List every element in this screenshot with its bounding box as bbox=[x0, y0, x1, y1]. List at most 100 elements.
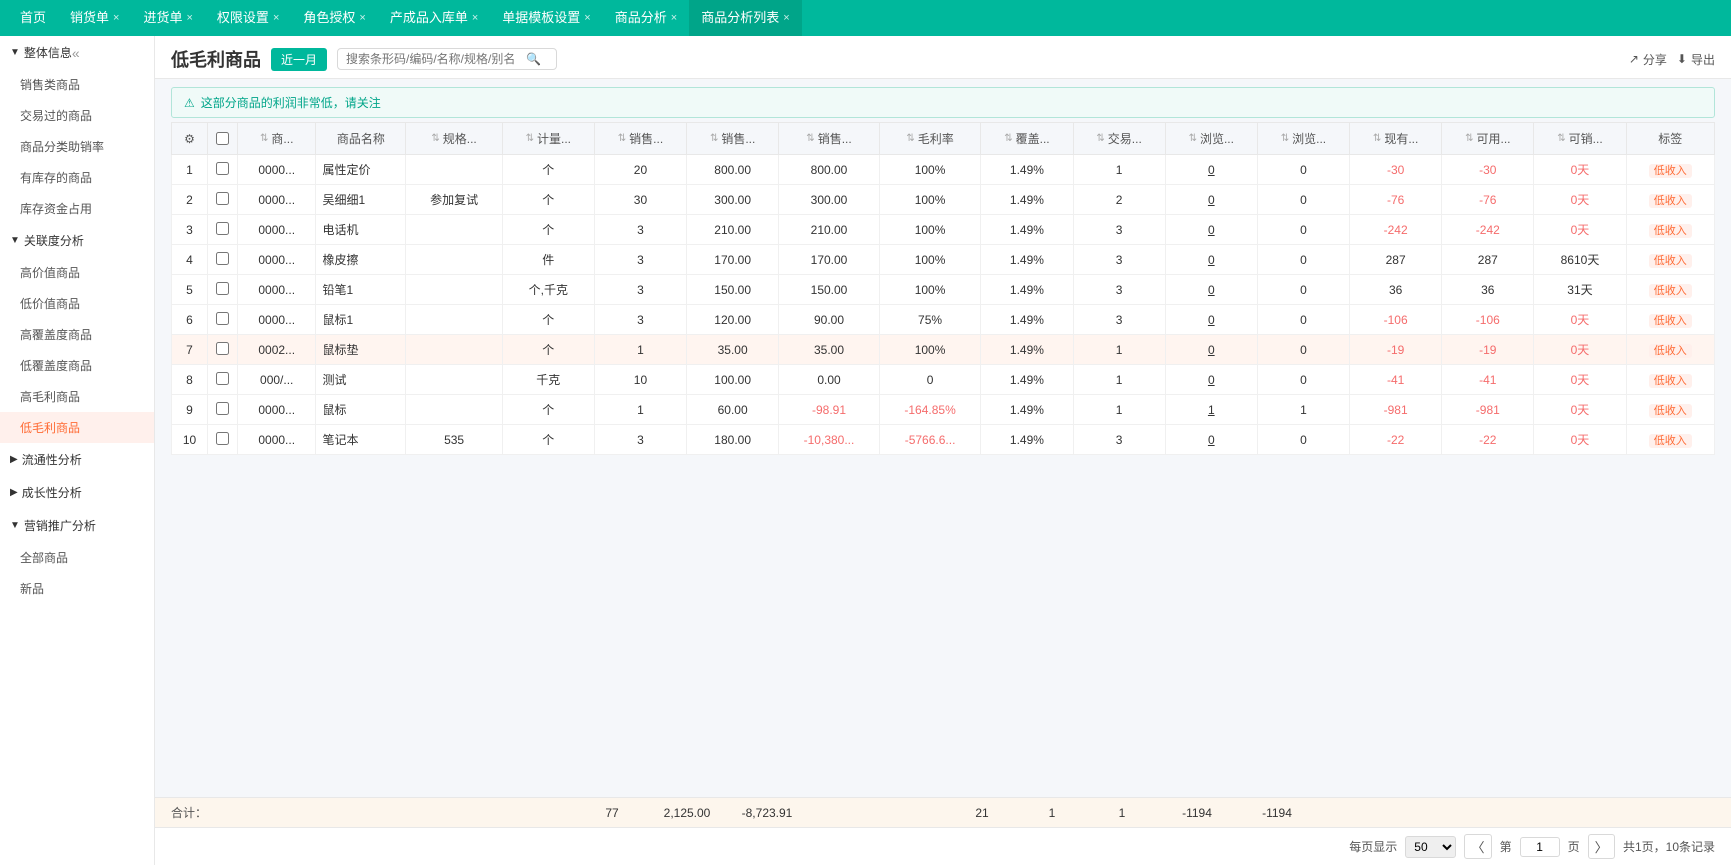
search-icon[interactable]: 🔍 bbox=[526, 52, 541, 66]
row-spec bbox=[406, 155, 502, 185]
nav-close-purchase[interactable]: × bbox=[186, 0, 192, 36]
row-no: 10 bbox=[172, 425, 208, 455]
row-views1[interactable]: 0 bbox=[1165, 335, 1257, 365]
sidebar-item-traded-products[interactable]: 交易过的商品 bbox=[0, 100, 154, 131]
code-col-header[interactable]: ⇅商... bbox=[238, 123, 316, 155]
row-current-stock: 287 bbox=[1350, 245, 1442, 275]
sidebar-section-correlation-header[interactable]: ▼ 关联度分析 bbox=[0, 224, 154, 257]
row-views1[interactable]: 1 bbox=[1165, 395, 1257, 425]
sidebar-item-high-margin[interactable]: 高毛利商品 bbox=[0, 381, 154, 412]
table-row: 4 0000... 橡皮擦 件 3 170.00 170.00 100% 1.4… bbox=[172, 245, 1715, 275]
sidebar-item-new-products[interactable]: 新品 bbox=[0, 573, 154, 604]
nav-home[interactable]: 首页 bbox=[8, 0, 58, 36]
row-checkbox[interactable] bbox=[208, 185, 238, 215]
sidebar-section-marketing-header[interactable]: ▼ 营销推广分析 bbox=[0, 509, 154, 542]
totals-label: 合计： bbox=[171, 804, 231, 821]
sidebar-item-all-products[interactable]: 全部商品 bbox=[0, 542, 154, 573]
nav-analysis-list[interactable]: 商品分析列表 × bbox=[689, 0, 801, 36]
sidebar-item-low-margin[interactable]: 低毛利商品 bbox=[0, 412, 154, 443]
row-views1[interactable]: 0 bbox=[1165, 215, 1257, 245]
tag-col-header[interactable]: 标签 bbox=[1626, 123, 1714, 155]
search-input[interactable] bbox=[346, 52, 526, 66]
row-tag: 低收入 bbox=[1626, 215, 1714, 245]
row-unit: 个 bbox=[502, 395, 594, 425]
views2-col-header[interactable]: ⇅浏览... bbox=[1257, 123, 1349, 155]
sales-qty-col-header[interactable]: ⇅销售... bbox=[594, 123, 686, 155]
settings-col-header[interactable]: ⚙ bbox=[172, 123, 208, 155]
row-checkbox[interactable] bbox=[208, 215, 238, 245]
nav-close-inbound[interactable]: × bbox=[472, 0, 478, 36]
nav-template-settings[interactable]: 单据模板设置 × bbox=[490, 0, 602, 36]
select-all-checkbox[interactable] bbox=[216, 132, 229, 145]
row-checkbox[interactable] bbox=[208, 155, 238, 185]
content-header: 低毛利商品 近一月 🔍 ↗ 分享 ⬇ 导出 bbox=[155, 36, 1731, 79]
row-views1[interactable]: 0 bbox=[1165, 245, 1257, 275]
sidebar-item-category-sales-rate[interactable]: 商品分类助销率 bbox=[0, 131, 154, 162]
sidebar-item-inventory-capital[interactable]: 库存资金占用 bbox=[0, 193, 154, 224]
sidebar-section-growth: ▶ 成长性分析 bbox=[0, 476, 154, 509]
coverage-col-header[interactable]: ⇅覆盖... bbox=[981, 123, 1073, 155]
row-checkbox[interactable] bbox=[208, 425, 238, 455]
row-coverage: 1.49% bbox=[981, 365, 1073, 395]
nav-close-analysis[interactable]: × bbox=[671, 0, 677, 36]
transactions-col-header[interactable]: ⇅交易... bbox=[1073, 123, 1165, 155]
nav-product-inbound[interactable]: 产成品入库单 × bbox=[378, 0, 490, 36]
date-filter-button[interactable]: 近一月 bbox=[271, 48, 327, 71]
share-button[interactable]: ↗ 分享 bbox=[1629, 51, 1667, 68]
settings-icon[interactable]: ⚙ bbox=[184, 132, 195, 146]
nav-close-permissions[interactable]: × bbox=[273, 0, 279, 36]
current-stock-col-header[interactable]: ⇅现有... bbox=[1350, 123, 1442, 155]
checkbox-col-header[interactable] bbox=[208, 123, 238, 155]
saleable-col-header[interactable]: ⇅可销... bbox=[1534, 123, 1626, 155]
total-stock: -1194 bbox=[1157, 806, 1237, 820]
nav-sales-order[interactable]: 销货单 × bbox=[58, 0, 131, 36]
row-views2: 0 bbox=[1257, 335, 1349, 365]
row-views1[interactable]: 0 bbox=[1165, 425, 1257, 455]
name-col-header[interactable]: 商品名称 bbox=[316, 123, 406, 155]
nav-close-sales[interactable]: × bbox=[113, 0, 119, 36]
row-checkbox[interactable] bbox=[208, 365, 238, 395]
sidebar-section-overall-header[interactable]: ▼ 整体信息 « bbox=[0, 36, 154, 69]
row-views1[interactable]: 0 bbox=[1165, 185, 1257, 215]
nav-permissions[interactable]: 权限设置 × bbox=[205, 0, 291, 36]
row-checkbox[interactable] bbox=[208, 275, 238, 305]
row-views1[interactable]: 0 bbox=[1165, 275, 1257, 305]
row-unit: 个 bbox=[502, 185, 594, 215]
row-checkbox[interactable] bbox=[208, 305, 238, 335]
sidebar-section-growth-header[interactable]: ▶ 成长性分析 bbox=[0, 476, 154, 509]
gross-margin-col-header[interactable]: ⇅毛利率 bbox=[879, 123, 981, 155]
sales-profit-col-header[interactable]: ⇅销售... bbox=[779, 123, 880, 155]
per-page-select[interactable]: 50 100 bbox=[1405, 836, 1456, 858]
sidebar-item-sales-products[interactable]: 销售类商品 bbox=[0, 69, 154, 100]
row-sales-qty: 1 bbox=[594, 395, 686, 425]
sidebar-item-in-stock[interactable]: 有库存的商品 bbox=[0, 162, 154, 193]
export-button[interactable]: ⬇ 导出 bbox=[1677, 51, 1715, 68]
sales-amount-col-header[interactable]: ⇅销售... bbox=[687, 123, 779, 155]
nav-purchase-order[interactable]: 进货单 × bbox=[131, 0, 204, 36]
sidebar-item-low-coverage[interactable]: 低覆盖度商品 bbox=[0, 350, 154, 381]
sidebar-item-high-value[interactable]: 高价值商品 bbox=[0, 257, 154, 288]
row-checkbox[interactable] bbox=[208, 335, 238, 365]
sidebar-section-circulation-header[interactable]: ▶ 流通性分析 bbox=[0, 443, 154, 476]
row-coverage: 1.49% bbox=[981, 275, 1073, 305]
sidebar-collapse-btn[interactable]: « bbox=[72, 45, 80, 61]
spec-col-header[interactable]: ⇅规格... bbox=[406, 123, 502, 155]
row-views1[interactable]: 0 bbox=[1165, 305, 1257, 335]
page-number-input[interactable] bbox=[1520, 837, 1560, 857]
views1-col-header[interactable]: ⇅浏览... bbox=[1165, 123, 1257, 155]
available-col-header[interactable]: ⇅可用... bbox=[1442, 123, 1534, 155]
nav-close-template[interactable]: × bbox=[584, 0, 590, 36]
row-views1[interactable]: 0 bbox=[1165, 365, 1257, 395]
next-page-button[interactable]: 〉 bbox=[1588, 834, 1615, 859]
row-views1[interactable]: 0 bbox=[1165, 155, 1257, 185]
sidebar-item-low-value[interactable]: 低价值商品 bbox=[0, 288, 154, 319]
nav-role-auth[interactable]: 角色授权 × bbox=[291, 0, 377, 36]
nav-product-analysis[interactable]: 商品分析 × bbox=[603, 0, 689, 36]
row-checkbox[interactable] bbox=[208, 395, 238, 425]
unit-col-header[interactable]: ⇅计量... bbox=[502, 123, 594, 155]
prev-page-button[interactable]: 〈 bbox=[1464, 834, 1491, 859]
sidebar-item-high-coverage[interactable]: 高覆盖度商品 bbox=[0, 319, 154, 350]
row-checkbox[interactable] bbox=[208, 245, 238, 275]
nav-close-role[interactable]: × bbox=[359, 0, 365, 36]
nav-close-list[interactable]: × bbox=[783, 0, 789, 36]
